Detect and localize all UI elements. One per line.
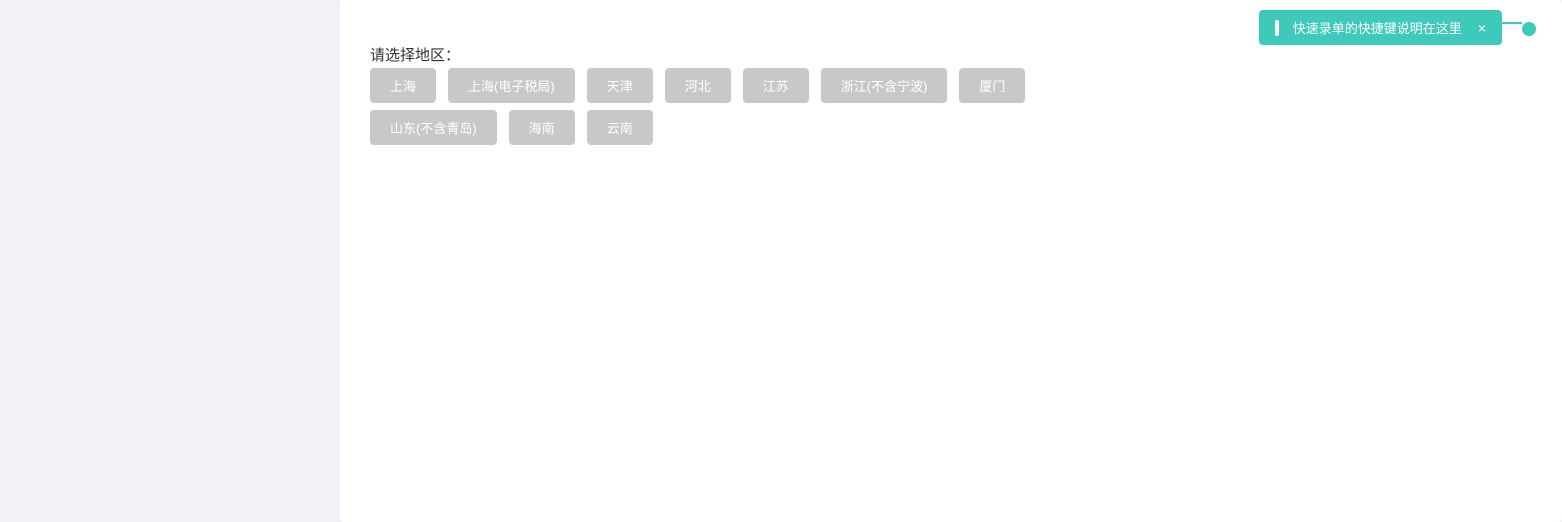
btn-jiangsu[interactable]: 江苏 [743, 68, 809, 103]
connector-line [1502, 22, 1522, 24]
left-sidebar [0, 0, 340, 522]
tooltip-banner: 快速录单的快捷键说明在这里 × [1259, 10, 1502, 45]
region-buttons-row2: 山东(不含青岛) 海南 云南 [370, 110, 653, 145]
close-icon[interactable]: × [1478, 20, 1486, 36]
main-content: 请选择地区： 上海 上海(电子税局) 天津 河北 江苏 浙江(不含宁波) 厦门 … [340, 0, 1562, 522]
btn-shanghai[interactable]: 上海 [370, 68, 436, 103]
region-label: 请选择地区： [370, 44, 460, 65]
tooltip-bar [1275, 20, 1279, 36]
btn-tianjin[interactable]: 天津 [587, 68, 653, 103]
btn-hebei[interactable]: 河北 [665, 68, 731, 103]
btn-zhejiang[interactable]: 浙江(不含宁波) [821, 68, 948, 103]
btn-hainan[interactable]: 海南 [509, 110, 575, 145]
dot-indicator [1522, 22, 1536, 36]
btn-shanghai-etax[interactable]: 上海(电子税局) [448, 68, 575, 103]
region-buttons-row1: 上海 上海(电子税局) 天津 河北 江苏 浙江(不含宁波) 厦门 [370, 68, 1025, 103]
tooltip-text: 快速录单的快捷键说明在这里 [1293, 18, 1462, 37]
btn-yunnan[interactable]: 云南 [587, 110, 653, 145]
btn-shandong[interactable]: 山东(不含青岛) [370, 110, 497, 145]
btn-xiamen[interactable]: 厦门 [959, 68, 1025, 103]
